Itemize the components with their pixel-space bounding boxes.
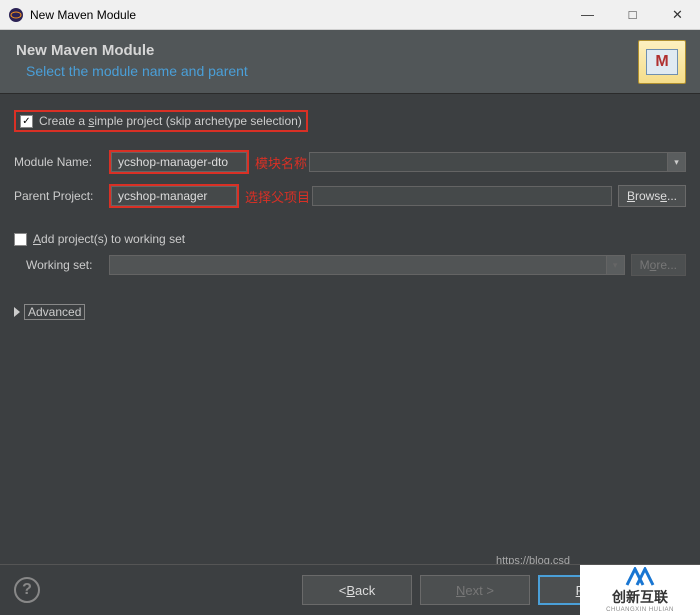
next-button: Next >	[420, 575, 530, 605]
annotation-module-name-text: 模块名称	[255, 153, 307, 172]
watermark-logo: 创新互联 CHUANGXIN HULIAN	[580, 565, 700, 615]
wizard-subtitle: Select the module name and parent	[16, 63, 684, 79]
window-controls: — □ ✕	[565, 0, 700, 29]
module-name-dropdown[interactable]: ▾	[668, 152, 686, 172]
wizard-content: ✓ Create a simple project (skip archetyp…	[0, 94, 700, 336]
add-working-set-label: Add project(s) to working set	[33, 232, 185, 246]
module-name-label: Module Name:	[14, 155, 109, 169]
parent-project-label: Parent Project:	[14, 189, 109, 203]
wizard-header: New Maven Module Select the module name …	[0, 30, 700, 94]
simple-project-checkbox[interactable]: ✓	[20, 115, 33, 128]
minimize-button[interactable]: —	[565, 0, 610, 29]
advanced-label: Advanced	[24, 304, 85, 320]
working-set-dropdown: ▾	[607, 255, 625, 275]
annotation-simple-project: ✓ Create a simple project (skip archetyp…	[14, 110, 308, 132]
module-name-row: Module Name: 模块名称 ▾	[14, 150, 686, 174]
expand-icon	[14, 307, 20, 317]
window-title: New Maven Module	[30, 8, 565, 22]
parent-project-row: Parent Project: 选择父项目 BBrowse...rowse...	[14, 184, 686, 208]
working-set-label: Working set:	[26, 258, 109, 272]
add-working-set-checkbox[interactable]	[14, 233, 27, 246]
help-button[interactable]: ?	[14, 577, 40, 603]
simple-project-label: Create a simple project (skip archetype …	[39, 114, 302, 128]
maven-folder-icon: M	[638, 40, 686, 84]
module-name-input[interactable]	[111, 152, 247, 172]
parent-project-input[interactable]	[111, 186, 237, 206]
back-button[interactable]: < Back	[302, 575, 412, 605]
annotation-parent-box	[109, 184, 239, 208]
wizard-title: New Maven Module	[16, 42, 684, 59]
more-button: More...	[631, 254, 686, 276]
close-button[interactable]: ✕	[655, 0, 700, 29]
module-name-input-rest[interactable]	[309, 152, 668, 172]
add-working-set-row: Add project(s) to working set	[14, 232, 686, 246]
working-set-input	[109, 255, 607, 275]
eclipse-icon	[8, 7, 24, 23]
working-set-row: Working set: ▾ More...	[14, 254, 686, 276]
watermark-icon	[625, 567, 655, 587]
parent-project-input-rest[interactable]	[312, 186, 612, 206]
annotation-parent-text: 选择父项目	[245, 187, 310, 206]
title-bar: New Maven Module — □ ✕	[0, 0, 700, 30]
advanced-row[interactable]: Advanced	[14, 304, 686, 320]
maximize-button[interactable]: □	[610, 0, 655, 29]
browse-button[interactable]: BBrowse...rowse...	[618, 185, 686, 207]
annotation-module-name-box	[109, 150, 249, 174]
